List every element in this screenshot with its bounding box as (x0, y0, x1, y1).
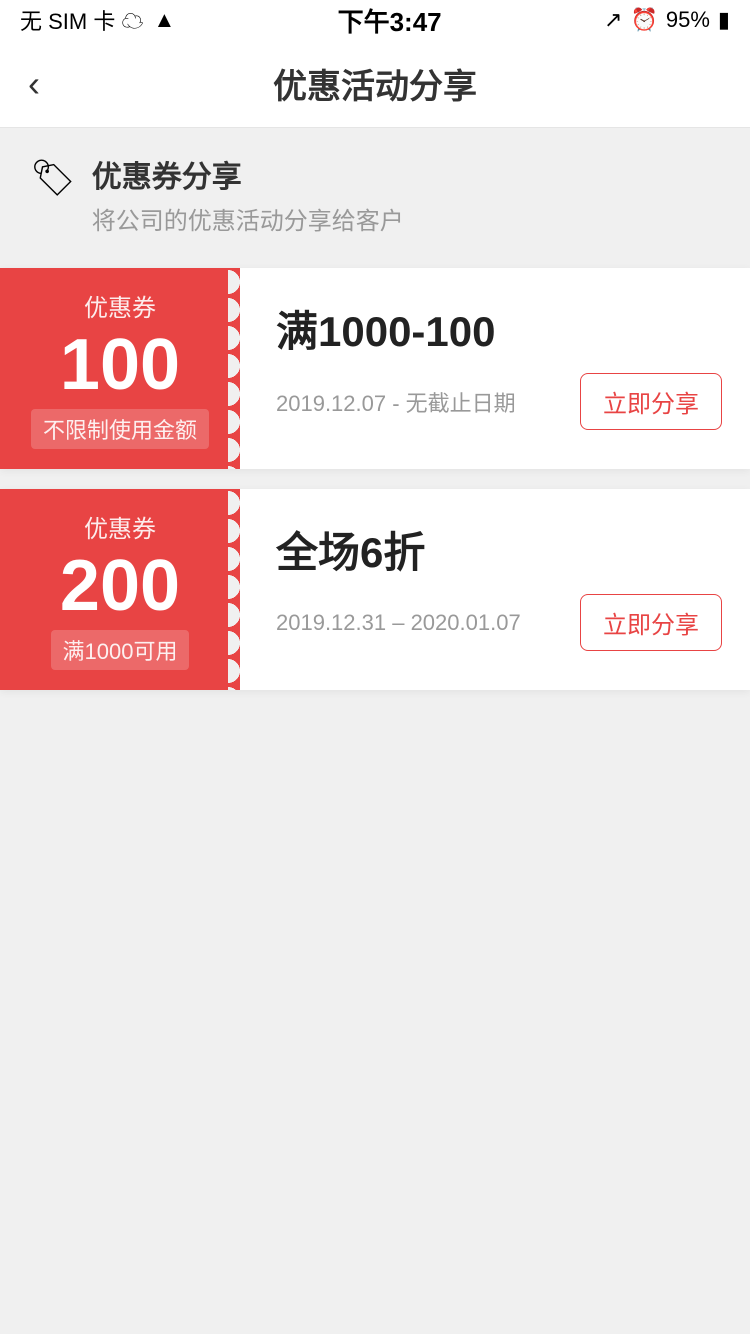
section-title: 优惠券分享 (92, 158, 404, 197)
section-header: 🏷 优惠券分享 将公司的优惠活动分享给客户 (0, 128, 750, 252)
back-button[interactable]: ‹ (28, 63, 40, 105)
coupon-card: 优惠券 100 不限制使用金额 满1000-100 2019.12.07 - 无… (0, 268, 750, 469)
no-sim-text: 无 SIM 卡 ☁ (20, 4, 143, 36)
share-button-0[interactable]: 立即分享 (580, 373, 722, 430)
coupon-icon: 🏷 (30, 160, 76, 196)
status-bar: 无 SIM 卡 ☁ ▲ 下午3:47 ↗ ⏰ 95% ▮ (0, 0, 750, 40)
coupon-date-1: 2019.12.31 – 2020.01.07 (276, 610, 564, 636)
battery-icon: ▮ (718, 7, 730, 33)
coupon-label-0: 优惠券 (84, 288, 156, 323)
coupon-amount-0: 100 (60, 329, 180, 401)
coupon-right-1: 全场6折 2019.12.31 – 2020.01.07 立即分享 (240, 489, 750, 690)
section-subtitle: 将公司的优惠活动分享给客户 (92, 201, 404, 236)
coupon-card: 优惠券 200 满1000可用 全场6折 2019.12.31 – 2020.0… (0, 489, 750, 690)
coupon-condition-1: 满1000可用 (51, 630, 190, 670)
coupon-right-0: 满1000-100 2019.12.07 - 无截止日期 立即分享 (240, 268, 750, 469)
wifi-icon: ▲ (153, 7, 175, 33)
coupon-amount-1: 200 (60, 550, 180, 622)
section-text: 优惠券分享 将公司的优惠活动分享给客户 (92, 158, 404, 236)
coupon-meta-row-0: 2019.12.07 - 无截止日期 立即分享 (276, 373, 722, 430)
page-title: 优惠活动分享 (273, 59, 477, 108)
share-button-1[interactable]: 立即分享 (580, 594, 722, 651)
coupon-condition-0: 不限制使用金额 (31, 409, 209, 449)
coupon-name-0: 满1000-100 (276, 307, 722, 357)
coupon-left-0: 优惠券 100 不限制使用金额 (0, 268, 240, 469)
bottom-area (0, 726, 750, 1226)
coupon-name-1: 全场6折 (276, 528, 722, 578)
status-left: 无 SIM 卡 ☁ ▲ (20, 4, 175, 36)
status-time: 下午3:47 (338, 2, 442, 39)
coupon-label-1: 优惠券 (84, 509, 156, 544)
coupon-meta-row-1: 2019.12.31 – 2020.01.07 立即分享 (276, 594, 722, 651)
status-right: ↗ ⏰ 95% ▮ (604, 7, 730, 33)
coupon-date-0: 2019.12.07 - 无截止日期 (276, 386, 564, 418)
coupon-list: 优惠券 100 不限制使用金额 满1000-100 2019.12.07 - 无… (0, 252, 750, 726)
alarm-icon: ⏰ (630, 7, 657, 33)
coupon-left-1: 优惠券 200 满1000可用 (0, 489, 240, 690)
battery-text: 95% (666, 7, 710, 33)
nav-bar: ‹ 优惠活动分享 (0, 40, 750, 128)
location-icon: ↗ (604, 7, 622, 33)
